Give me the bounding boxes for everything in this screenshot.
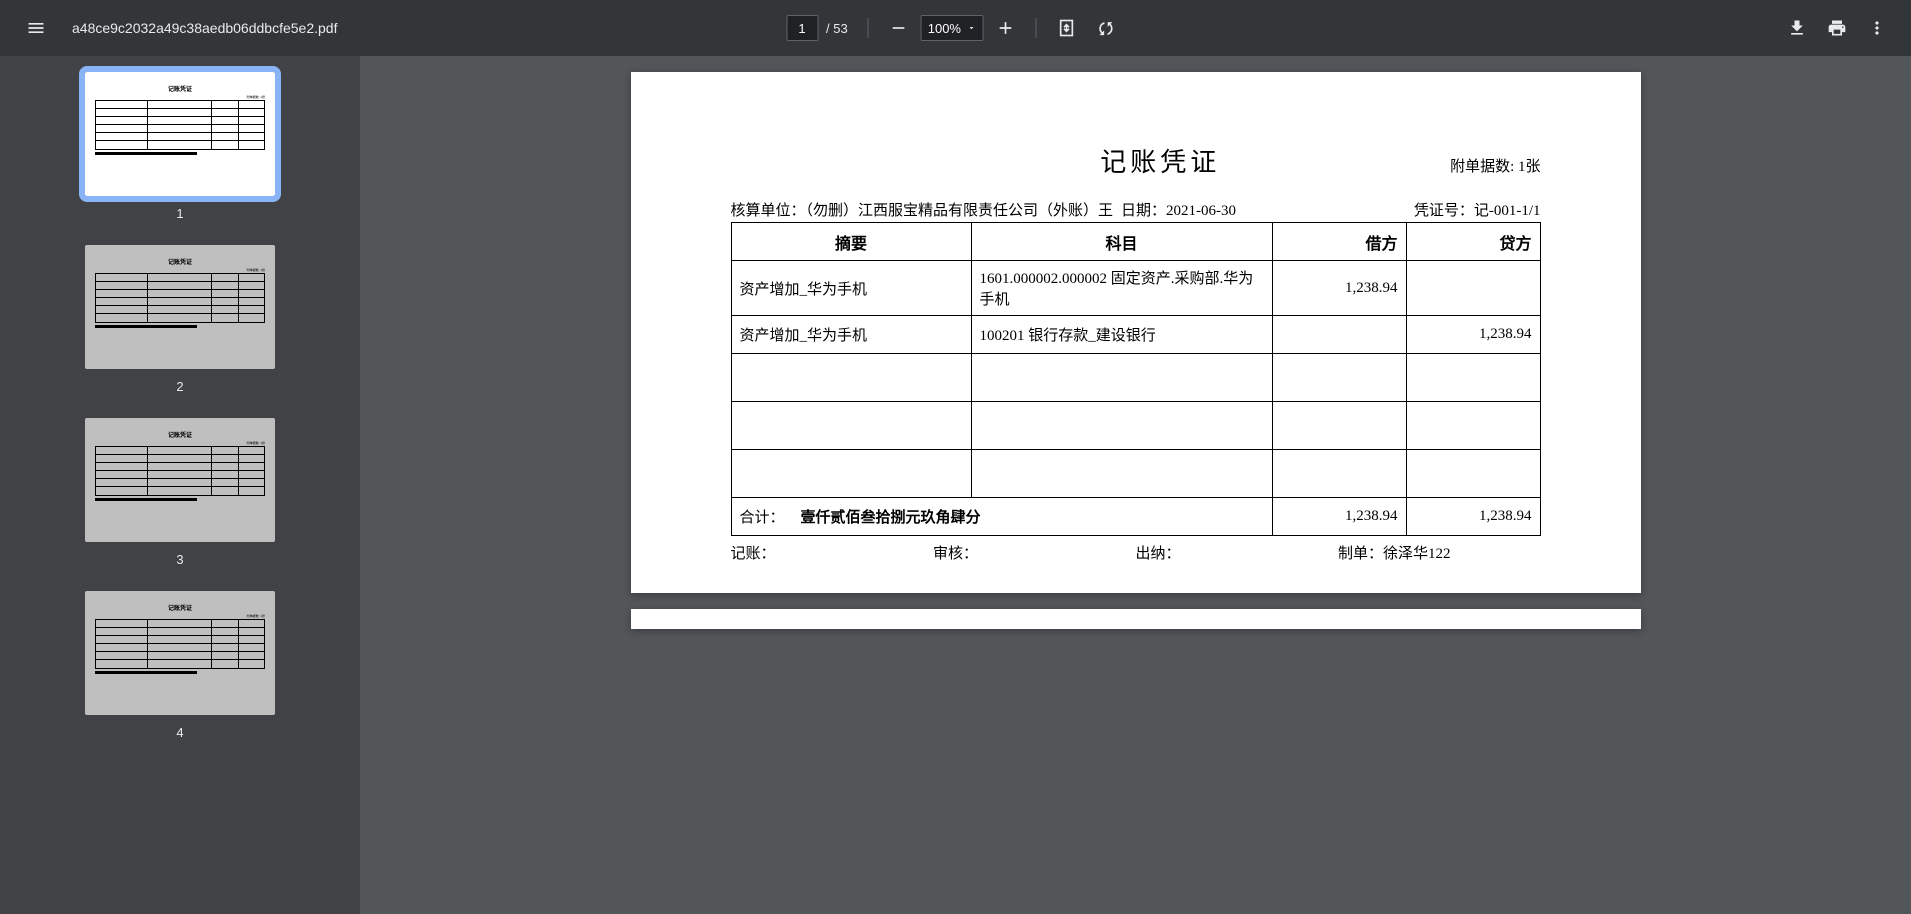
- page-input[interactable]: [786, 15, 818, 41]
- thumbnail[interactable]: 记账凭证附单据数: 1张: [85, 72, 275, 196]
- cell-summary: [731, 450, 971, 498]
- total-row: 合计：壹仟贰佰叁拾捌元玖角肆分1,238.941,238.94: [731, 498, 1540, 536]
- footer-preparer: 制单：徐泽华122: [1338, 542, 1541, 563]
- table-row: 资产增加_华为手机100201 银行存款_建设银行 1,238.94: [731, 316, 1540, 354]
- thumbnail-number: 4: [176, 725, 183, 740]
- thumbnail-number: 2: [176, 379, 183, 394]
- thumbnail-sidebar[interactable]: 记账凭证附单据数: 1张1记账凭证附单据数: 1张2记账凭证附单据数: 1张3记…: [0, 56, 360, 914]
- rotate-button[interactable]: [1089, 10, 1125, 46]
- pdf-page: 记账凭证 附单据数: 1张 核算单位：（勿删）江西服宝精品有限责任公司（外账）王…: [631, 72, 1641, 593]
- cell-debit: [1272, 450, 1406, 498]
- cell-subject: 100201 银行存款_建设银行: [971, 316, 1272, 354]
- voucher-table: 摘要 科目 借方 贷方 资产增加_华为手机1601.000002.000002 …: [731, 222, 1541, 536]
- cell-debit: [1272, 316, 1406, 354]
- header-credit: 贷方: [1406, 223, 1540, 261]
- cell-summary: [731, 354, 971, 402]
- print-button[interactable]: [1819, 10, 1855, 46]
- filename: a48ce9c2032a49c38aedb06ddbcfe5e2.pdf: [72, 20, 337, 36]
- thumbnail-item: 记账凭证附单据数: 1张 1: [0, 72, 360, 221]
- cell-credit: [1406, 261, 1540, 316]
- table-row: [731, 354, 1540, 402]
- toolbar: a48ce9c2032a49c38aedb06ddbcfe5e2.pdf / 5…: [0, 0, 1911, 56]
- download-icon: [1787, 18, 1807, 38]
- thumbnail[interactable]: 记账凭证附单据数: 1张: [85, 591, 275, 715]
- menu-button[interactable]: [16, 8, 56, 48]
- cell-subject: [971, 354, 1272, 402]
- header-debit: 借方: [1272, 223, 1406, 261]
- meta-unit: 核算单位：（勿删）江西服宝精品有限责任公司（外账）王: [731, 199, 1121, 220]
- table-row: 资产增加_华为手机1601.000002.000002 固定资产.采购部.华为手…: [731, 261, 1540, 316]
- rotate-icon: [1097, 18, 1117, 38]
- cell-credit: 1,238.94: [1406, 316, 1540, 354]
- cell-debit: 1,238.94: [1272, 261, 1406, 316]
- cell-summary: 资产增加_华为手机: [731, 316, 971, 354]
- header-summary: 摘要: [731, 223, 971, 261]
- toolbar-right: [1779, 10, 1895, 46]
- cell-credit: [1406, 450, 1540, 498]
- total-credit: 1,238.94: [1406, 498, 1540, 536]
- main: 记账凭证附单据数: 1张1记账凭证附单据数: 1张2记账凭证附单据数: 1张3记…: [0, 56, 1911, 914]
- page-total: / 53: [826, 21, 848, 36]
- doc-title: 记账凭证: [871, 142, 1451, 179]
- cell-subject: 1601.000002.000002 固定资产.采购部.华为手机: [971, 261, 1272, 316]
- plus-icon: [996, 18, 1016, 38]
- doc-footer: 记账： 审核： 出纳： 制单：徐泽华122: [731, 542, 1541, 563]
- more-icon: [1867, 18, 1887, 38]
- cell-subject: [971, 450, 1272, 498]
- download-button[interactable]: [1779, 10, 1815, 46]
- doc-header: 记账凭证 附单据数: 1张: [731, 142, 1541, 179]
- cell-subject: [971, 402, 1272, 450]
- footer-cashier: 出纳：: [1136, 542, 1339, 563]
- attachments: 附单据数: 1张: [1450, 155, 1540, 176]
- print-icon: [1827, 18, 1847, 38]
- cell-debit: [1272, 354, 1406, 402]
- fit-page-button[interactable]: [1049, 10, 1085, 46]
- minus-icon: [889, 18, 909, 38]
- cell-credit: [1406, 402, 1540, 450]
- meta-date: 日期：2021-06-30: [1121, 199, 1414, 220]
- total-debit: 1,238.94: [1272, 498, 1406, 536]
- thumbnail[interactable]: 记账凭证附单据数: 1张: [85, 418, 275, 542]
- meta-voucher: 凭证号：记-001-1/1: [1414, 199, 1541, 220]
- total-label: 合计：壹仟贰佰叁拾捌元玖角肆分: [731, 498, 1272, 536]
- content-area[interactable]: 记账凭证 附单据数: 1张 核算单位：（勿删）江西服宝精品有限责任公司（外账）王…: [360, 56, 1911, 914]
- table-row: [731, 450, 1540, 498]
- thumbnail-item: 记账凭证附单据数: 1张 2: [0, 245, 360, 394]
- zoom-in-button[interactable]: [988, 10, 1024, 46]
- thumbnail-number: 1: [176, 206, 183, 221]
- table-row: [731, 402, 1540, 450]
- header-subject: 科目: [971, 223, 1272, 261]
- thumbnail-number: 3: [176, 552, 183, 567]
- more-button[interactable]: [1859, 10, 1895, 46]
- hamburger-icon: [26, 18, 46, 38]
- cell-debit: [1272, 402, 1406, 450]
- doc-meta: 核算单位：（勿删）江西服宝精品有限责任公司（外账）王 日期：2021-06-30…: [731, 199, 1541, 220]
- cell-credit: [1406, 354, 1540, 402]
- footer-reviewer: 审核：: [933, 542, 1136, 563]
- separator: [1036, 18, 1037, 38]
- footer-bookkeeper: 记账：: [731, 542, 934, 563]
- cell-summary: 资产增加_华为手机: [731, 261, 971, 316]
- zoom-out-button[interactable]: [881, 10, 917, 46]
- thumbnail[interactable]: 记账凭证附单据数: 1张: [85, 245, 275, 369]
- dropdown-icon: [967, 23, 977, 33]
- toolbar-center: / 53 100%: [786, 10, 1125, 46]
- separator: [868, 18, 869, 38]
- fit-icon: [1057, 18, 1077, 38]
- cell-summary: [731, 402, 971, 450]
- pdf-page-next: [631, 609, 1641, 629]
- zoom-display[interactable]: 100%: [921, 15, 984, 41]
- table-header-row: 摘要 科目 借方 贷方: [731, 223, 1540, 261]
- thumbnail-item: 记账凭证附单据数: 1张 4: [0, 591, 360, 740]
- thumbnail-item: 记账凭证附单据数: 1张 3: [0, 418, 360, 567]
